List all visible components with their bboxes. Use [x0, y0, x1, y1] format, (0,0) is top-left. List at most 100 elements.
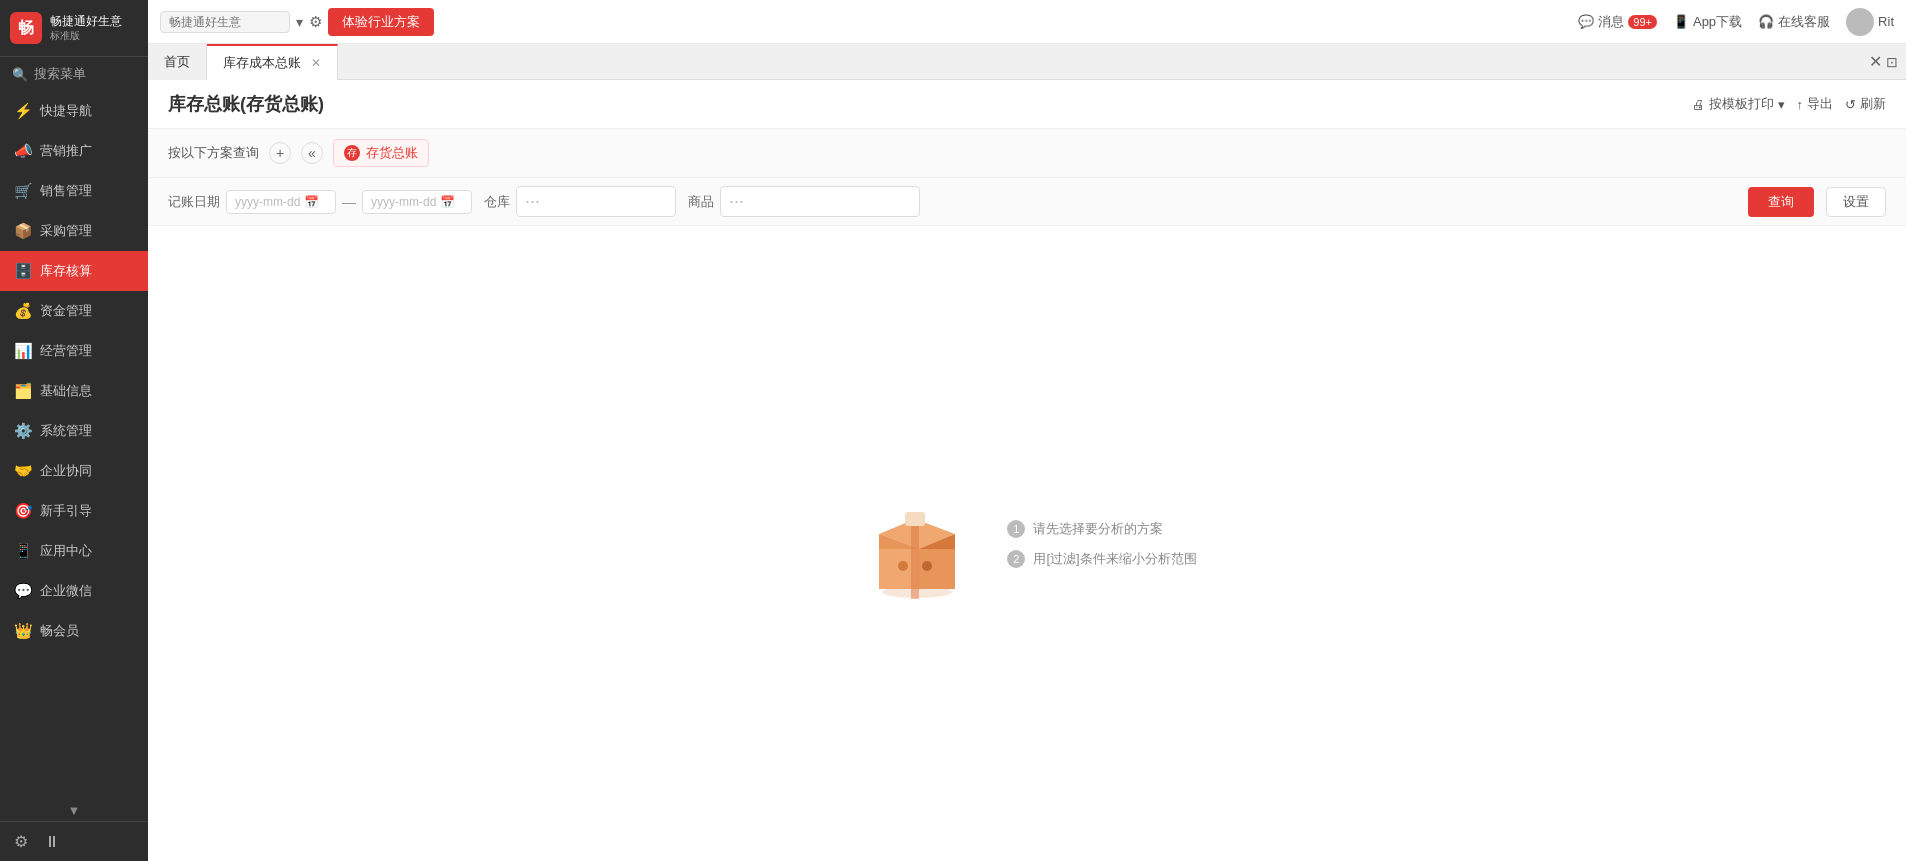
- empty-tips: 1 请先选择要分析的方案 2 用[过滤]条件来缩小分析范围: [1007, 520, 1196, 568]
- sidebar-item-sales[interactable]: 🛒 销售管理: [0, 171, 148, 211]
- sidebar-item-label: 资金管理: [40, 302, 92, 320]
- sidebar-scroll-down[interactable]: ▼: [0, 800, 148, 821]
- message-label: 消息: [1598, 13, 1624, 31]
- warehouse-field: 仓库 ···: [484, 186, 676, 217]
- breadcrumb-input[interactable]: [160, 11, 290, 33]
- sidebar-item-label: 企业协同: [40, 462, 92, 480]
- close-panel-btn[interactable]: ✕: [1869, 52, 1882, 71]
- app-logo: 畅 畅捷通好生意 标准版: [0, 0, 148, 57]
- tip-text-2: 用[过滤]条件来缩小分析范围: [1033, 550, 1196, 568]
- page-header: 库存总账(存货总账) 🖨 按模板打印 ▾ ↑ 导出 ↺ 刷新: [148, 80, 1906, 129]
- sidebar-nav: ⚡ 快捷导航 📣 营销推广 🛒 销售管理 📦 采购管理 🗄️ 库存核算 💰 资金…: [0, 91, 148, 800]
- settings-btn[interactable]: 设置: [1826, 187, 1886, 217]
- app-download-btn[interactable]: 📱 App下载: [1673, 13, 1742, 31]
- date-start-placeholder: yyyy-mm-dd: [235, 195, 300, 209]
- scheme-item[interactable]: 存 存货总账: [333, 139, 429, 167]
- sidebar-search[interactable]: 🔍 搜索菜单: [0, 57, 148, 91]
- date-field: 记账日期 yyyy-mm-dd 📅 — yyyy-mm-dd 📅: [168, 190, 472, 214]
- sidebar-item-label: 新手引导: [40, 502, 92, 520]
- query-btn[interactable]: 查询: [1748, 187, 1814, 217]
- purchase-icon: 📦: [14, 222, 32, 240]
- sidebar-item-finance[interactable]: 💰 资金管理: [0, 291, 148, 331]
- svg-point-10: [922, 561, 932, 571]
- user-name: Rit: [1878, 14, 1894, 29]
- sidebar-item-label: 基础信息: [40, 382, 92, 400]
- warehouse-more-icon: ···: [525, 191, 540, 212]
- top-bar: ▾ ⚙ 体验行业方案 💬 消息 99+ 📱 App下载 🎧 在线客服 Rit: [148, 0, 1906, 44]
- page-title: 库存总账(存货总账): [168, 92, 324, 116]
- scheme-icon: 存: [344, 145, 360, 161]
- filter-add-btn[interactable]: +: [269, 142, 291, 164]
- headset-icon: 🎧: [1758, 14, 1774, 29]
- filter-label: 按以下方案查询: [168, 144, 259, 162]
- date-end-placeholder: yyyy-mm-dd: [371, 195, 436, 209]
- chevron-down-btn[interactable]: ▾: [296, 14, 303, 30]
- sidebar-item-label: 畅会员: [40, 622, 79, 640]
- tab-close-btn[interactable]: ✕: [311, 56, 321, 70]
- user-profile-btn[interactable]: Rit: [1846, 8, 1894, 36]
- sidebar-item-system[interactable]: ⚙️ 系统管理: [0, 411, 148, 451]
- app-download-label: App下载: [1693, 13, 1742, 31]
- svg-rect-7: [911, 519, 919, 599]
- search-icon: 🔍: [12, 67, 28, 82]
- goods-more-icon: ···: [729, 191, 744, 212]
- sidebar-item-wecom[interactable]: 💬 企业微信: [0, 571, 148, 611]
- print-btn[interactable]: 🖨 按模板打印 ▾: [1692, 95, 1785, 113]
- warehouse-label: 仓库: [484, 193, 510, 211]
- sidebar-item-marketing[interactable]: 📣 营销推广: [0, 131, 148, 171]
- sidebar-item-operation[interactable]: 📊 经营管理: [0, 331, 148, 371]
- sidebar-item-member[interactable]: 👑 畅会员: [0, 611, 148, 651]
- inventory-icon: 🗄️: [14, 262, 32, 280]
- tip-num-1: 1: [1007, 520, 1025, 538]
- sidebar-item-purchase[interactable]: 📦 采购管理: [0, 211, 148, 251]
- sidebar-item-basic[interactable]: 🗂️ 基础信息: [0, 371, 148, 411]
- scroll-down-btn[interactable]: ▼: [68, 803, 81, 818]
- expand-panel-btn[interactable]: ⊡: [1886, 54, 1898, 70]
- logo-icon: 畅: [10, 12, 42, 44]
- apps-icon: 📱: [14, 542, 32, 560]
- sidebar-item-shortcut[interactable]: ⚡ 快捷导航: [0, 91, 148, 131]
- calendar-start-icon[interactable]: 📅: [304, 195, 319, 209]
- tip-num-2: 2: [1007, 550, 1025, 568]
- sidebar-item-label: 经营管理: [40, 342, 92, 360]
- content-area: 库存总账(存货总账) 🖨 按模板打印 ▾ ↑ 导出 ↺ 刷新 按以下方案查询: [148, 80, 1906, 861]
- header-actions: 🖨 按模板打印 ▾ ↑ 导出 ↺ 刷新: [1692, 95, 1887, 113]
- sidebar-item-apps[interactable]: 📱 应用中心: [0, 531, 148, 571]
- empty-illustration: [857, 484, 977, 604]
- goods-input[interactable]: ···: [720, 186, 920, 217]
- calendar-end-icon[interactable]: 📅: [440, 195, 455, 209]
- refresh-btn[interactable]: ↺ 刷新: [1845, 95, 1886, 113]
- message-btn[interactable]: 💬 消息 99+: [1578, 13, 1657, 31]
- scheme-label: 存货总账: [366, 144, 418, 162]
- corp-icon: 🤝: [14, 462, 32, 480]
- filter-collapse-btn[interactable]: «: [301, 142, 323, 164]
- message-badge: 99+: [1628, 15, 1657, 29]
- industry-btn[interactable]: 体验行业方案: [328, 8, 434, 36]
- sidebar-item-label: 系统管理: [40, 422, 92, 440]
- sidebar-item-inventory[interactable]: 🗄️ 库存核算: [0, 251, 148, 291]
- gear-btn[interactable]: ⚙: [309, 13, 322, 31]
- settings-footer-icon[interactable]: ⚙: [14, 832, 28, 851]
- warehouse-input[interactable]: ···: [516, 186, 676, 217]
- tab-inventory-ledger[interactable]: 库存成本总账 ✕: [207, 44, 338, 80]
- sidebar-item-label: 采购管理: [40, 222, 92, 240]
- date-field-label: 记账日期: [168, 193, 220, 211]
- audio-footer-icon[interactable]: ⏸: [44, 833, 60, 851]
- sidebar-item-corp[interactable]: 🤝 企业协同: [0, 451, 148, 491]
- svg-rect-8: [905, 512, 925, 526]
- date-start-input[interactable]: yyyy-mm-dd 📅: [226, 190, 336, 214]
- newbie-icon: 🎯: [14, 502, 32, 520]
- online-service-btn[interactable]: 🎧 在线客服: [1758, 13, 1830, 31]
- sidebar-item-label: 营销推广: [40, 142, 92, 160]
- date-end-input[interactable]: yyyy-mm-dd 📅: [362, 190, 472, 214]
- sidebar-item-newbie[interactable]: 🎯 新手引导: [0, 491, 148, 531]
- search-label: 搜索菜单: [34, 65, 86, 83]
- refresh-icon: ↺: [1845, 97, 1856, 112]
- tab-home[interactable]: 首页: [148, 44, 207, 80]
- goods-label: 商品: [688, 193, 714, 211]
- export-btn[interactable]: ↑ 导出: [1797, 95, 1834, 113]
- tab-bar-actions: ✕ ⊡: [1869, 52, 1906, 71]
- export-icon: ↑: [1797, 97, 1804, 112]
- home-tab-label: 首页: [164, 53, 190, 71]
- filter-area: 按以下方案查询 + « 存 存货总账: [148, 129, 1906, 178]
